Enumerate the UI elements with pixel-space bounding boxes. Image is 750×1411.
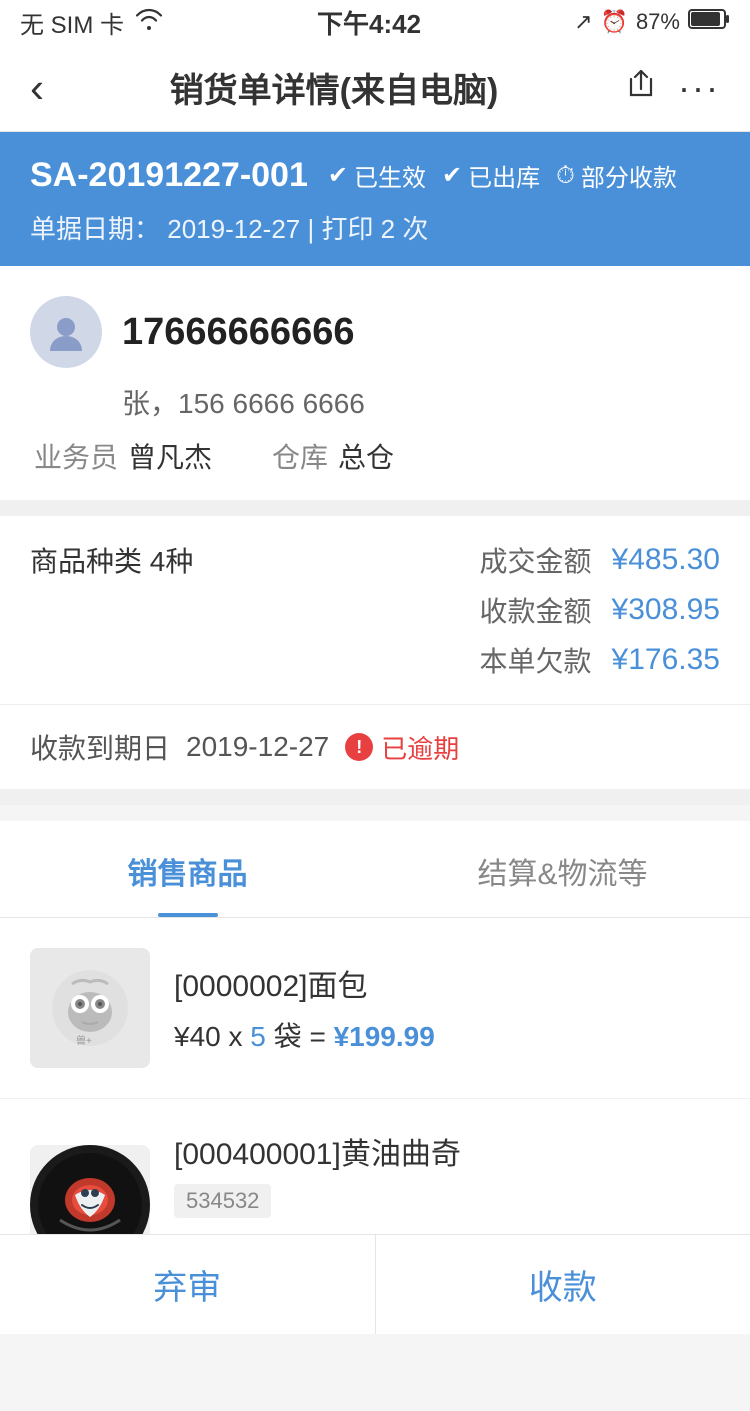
product-name-bread: [0000002]面包 (174, 961, 720, 1005)
receipt-value: ¥308.95 (612, 593, 720, 627)
badge-shipped: ✔ 已出库 (442, 158, 540, 193)
transaction-value: ¥485.30 (612, 543, 720, 577)
bottom-bar: 弃审 收款 (0, 1234, 750, 1334)
debt-value: ¥176.35 (612, 643, 720, 677)
product-info-bread: [0000002]面包 ¥40 x 5 袋 = ¥199.99 (174, 961, 720, 1055)
overdue-text: 已逾期 (381, 729, 459, 766)
share-icon[interactable] (624, 67, 658, 109)
product-sku-cookie: 534532 (174, 1184, 271, 1218)
overdue-icon: ! (345, 733, 373, 761)
sales-name: 曾凡杰 (128, 436, 212, 476)
overdue-badge: ! 已逾期 (345, 729, 459, 766)
clock-icon: ⏱ (556, 162, 575, 190)
nav-actions: ··· (624, 67, 720, 109)
warehouse-name: 总仓 (338, 436, 394, 476)
collect-button[interactable]: 收款 (376, 1235, 750, 1334)
carrier-text: 无 SIM 卡 (20, 5, 124, 40)
customer-section: 17666666666 张，156 6666 6666 业务员 曾凡杰 仓库 总… (0, 266, 750, 500)
type-count: 4种 (150, 546, 194, 577)
qty-bread: 5 (250, 1021, 266, 1052)
svg-text:兽+: 兽+ (76, 1034, 92, 1047)
battery-text: 87% (636, 9, 680, 35)
nav-bar: ‹ 销货单详情(来自电脑) ··· (0, 44, 750, 132)
back-button[interactable]: ‹ (30, 64, 44, 112)
warehouse-label: 仓库 (272, 436, 328, 476)
tabs-section: 销售商品 结算&物流等 (0, 821, 750, 918)
status-bar: 无 SIM 卡 下午4:42 ↗ ⏰ 87% (0, 0, 750, 44)
due-date-label: 收款到期日 (30, 727, 170, 767)
total-bread: ¥199.99 (334, 1021, 435, 1052)
due-date-value: 2019-12-27 (186, 731, 329, 763)
customer-meta: 业务员 曾凡杰 仓库 总仓 (34, 436, 720, 476)
tab-settlement-logistics[interactable]: 结算&物流等 (375, 821, 750, 917)
customer-name: 张，156 6666 6666 (122, 382, 720, 422)
status-badges: ✔ 已生效 ✔ 已出库 ⏱ 部分收款 (328, 158, 677, 193)
transaction-label: 成交金额 (480, 540, 592, 580)
reject-button[interactable]: 弃审 (0, 1235, 376, 1334)
summary-section: 商品种类 4种 成交金额 ¥485.30 收款金额 ¥308.95 本单欠款 ¥… (0, 516, 750, 704)
badge-activated: ✔ 已生效 (328, 158, 426, 193)
page-title: 销货单详情(来自电脑) (170, 63, 499, 112)
status-right: ↗ ⏰ 87% (574, 8, 730, 36)
product-thumb-bread: 兽+ (30, 948, 150, 1068)
order-header: SA-20191227-001 ✔ 已生效 ✔ 已出库 ⏱ 部分收款 单据日期：… (0, 132, 750, 266)
check-icon-activated: ✔ (328, 161, 348, 190)
divider-2 (0, 789, 750, 805)
wifi-icon (134, 8, 164, 37)
battery-icon (688, 8, 730, 36)
order-id: SA-20191227-001 (30, 156, 308, 195)
customer-id: 17666666666 (122, 311, 354, 354)
order-date-line: 单据日期： 2019-12-27 | 打印 2 次 (30, 209, 720, 246)
product-type-summary: 商品种类 4种 (30, 540, 193, 580)
status-time: 下午4:42 (317, 4, 421, 41)
amount-summary: 成交金额 ¥485.30 收款金额 ¥308.95 本单欠款 ¥176.35 (480, 540, 720, 680)
product-item-bread: 兽+ [0000002]面包 ¥40 x 5 袋 = ¥199.99 (0, 918, 750, 1099)
check-icon-shipped: ✔ (442, 161, 462, 190)
alarm-icon: ⏰ (601, 9, 628, 35)
location-icon: ↗ (574, 9, 592, 35)
more-icon[interactable]: ··· (678, 67, 720, 109)
product-price-bread: ¥40 x 5 袋 = ¥199.99 (174, 1015, 720, 1055)
due-date-section: 收款到期日 2019-12-27 ! 已逾期 (0, 704, 750, 789)
tab-sales-products[interactable]: 销售商品 (0, 821, 375, 917)
divider-1 (0, 500, 750, 516)
customer-avatar (30, 296, 102, 368)
debt-label: 本单欠款 (480, 640, 592, 680)
receipt-label: 收款金额 (480, 590, 592, 630)
product-name-cookie: [000400001]黄油曲奇 (174, 1129, 720, 1173)
sales-label: 业务员 (34, 436, 118, 476)
status-left: 无 SIM 卡 (20, 5, 164, 40)
badge-partial-payment: ⏱ 部分收款 (556, 158, 677, 193)
unit-price-bread: ¥40 (174, 1021, 221, 1052)
